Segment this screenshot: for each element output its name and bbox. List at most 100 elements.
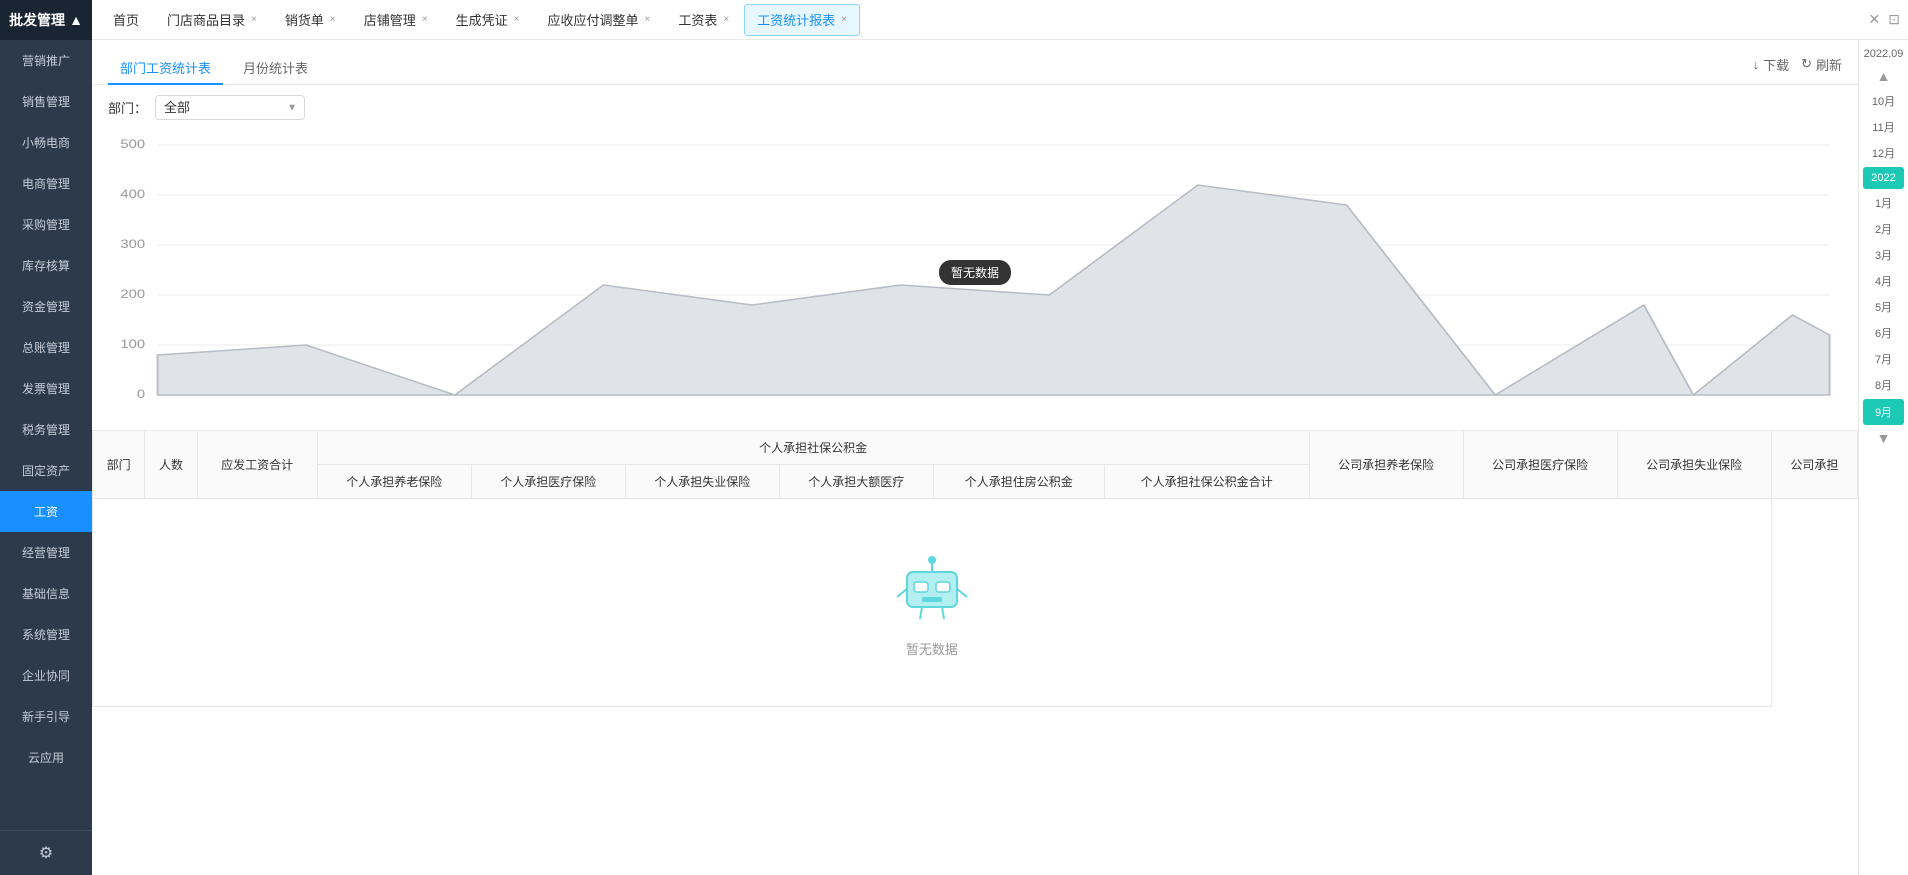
timeline-sep[interactable]: 9月 bbox=[1863, 399, 1904, 425]
sidebar-item-销售管理[interactable]: 销售管理 bbox=[0, 81, 92, 122]
sidebar-item-经营管理[interactable]: 经营管理 bbox=[0, 532, 92, 573]
sidebar-footer[interactable]: ⚙ bbox=[0, 830, 92, 875]
th-p-large-medical: 个人承担大额医疗 bbox=[779, 465, 933, 499]
timeline-oct[interactable]: 10月 bbox=[1859, 88, 1908, 114]
tab-close-icon[interactable]: × bbox=[644, 14, 650, 25]
tab-close-icon[interactable]: × bbox=[841, 14, 847, 25]
timeline-mar[interactable]: 3月 bbox=[1859, 242, 1908, 268]
timeline-up-nav[interactable]: ▲ bbox=[1873, 64, 1895, 88]
sidebar-item-企业协同[interactable]: 企业协同 bbox=[0, 655, 92, 696]
sidebar-header[interactable]: 批发管理 ▲ bbox=[0, 0, 92, 40]
tab-首页[interactable]: 首页 bbox=[100, 4, 152, 36]
th-count: 人数 bbox=[145, 431, 197, 499]
chart-area: 500 400 300 200 100 0 bbox=[92, 130, 1858, 430]
tab-label: 应收应付调整单 bbox=[547, 10, 638, 29]
sidebar-item-系统管理[interactable]: 系统管理 bbox=[0, 614, 92, 655]
tab-工资统计报表[interactable]: 工资统计报表 × bbox=[744, 4, 860, 36]
sidebar-arrow: ▲ bbox=[69, 12, 83, 28]
sidebar-item-云应用[interactable]: 云应用 bbox=[0, 737, 92, 778]
empty-icon bbox=[892, 547, 972, 627]
sidebar-item-采购管理[interactable]: 采购管理 bbox=[0, 204, 92, 245]
sidebar-item-小畅电商[interactable]: 小畅电商 bbox=[0, 122, 92, 163]
tab-close-icon[interactable]: × bbox=[330, 14, 336, 25]
tab-close-icon[interactable]: × bbox=[422, 14, 428, 25]
svg-text:0: 0 bbox=[137, 387, 145, 400]
th-total-wage: 应发工资合计 bbox=[197, 431, 317, 499]
timeline-aug[interactable]: 8月 bbox=[1859, 372, 1908, 398]
sub-tabs: 部门工资统计表 月份统计表 ↓ 下载 ↻ 刷新 bbox=[92, 40, 1858, 85]
timeline-jul[interactable]: 7月 bbox=[1859, 346, 1908, 372]
th-company-other: 公司承担 bbox=[1771, 431, 1857, 499]
tabs-container: 首页门店商品目录×销货单×店铺管理×生成凭证×应收应付调整单×工资表×工资统计报… bbox=[100, 4, 860, 36]
tab-close-icon[interactable]: × bbox=[723, 14, 729, 25]
tab-生成凭证[interactable]: 生成凭证× bbox=[443, 4, 533, 36]
sidebar-item-电商管理[interactable]: 电商管理 bbox=[0, 163, 92, 204]
sidebar-title: 批发管理 bbox=[9, 10, 65, 30]
timeline-jun[interactable]: 6月 bbox=[1859, 320, 1908, 346]
dept-select-wrapper: 全部 bbox=[155, 95, 305, 120]
download-button[interactable]: ↓ 下载 bbox=[1753, 55, 1790, 74]
sidebar-item-税务管理[interactable]: 税务管理 bbox=[0, 409, 92, 450]
timeline-year[interactable]: 2022 bbox=[1863, 167, 1904, 189]
th-p-pension: 个人承担养老保险 bbox=[317, 465, 471, 499]
sub-tab-month[interactable]: 月份统计表 bbox=[231, 52, 320, 85]
sub-tab-dept[interactable]: 部门工资统计表 bbox=[108, 52, 223, 85]
tab-销货单[interactable]: 销货单× bbox=[272, 4, 349, 36]
settings-icon[interactable]: ⚙ bbox=[39, 845, 53, 862]
dept-select[interactable]: 全部 bbox=[155, 95, 305, 120]
sidebar-items: 营销推广销售管理小畅电商电商管理采购管理库存核算资金管理总账管理发票管理税务管理… bbox=[0, 40, 92, 778]
tab-label: 店铺管理 bbox=[364, 10, 416, 29]
timeline-down-nav[interactable]: ▼ bbox=[1873, 426, 1895, 450]
sidebar-item-基础信息[interactable]: 基础信息 bbox=[0, 573, 92, 614]
sidebar-item-新手引导[interactable]: 新手引导 bbox=[0, 696, 92, 737]
tab-bar: 首页门店商品目录×销货单×店铺管理×生成凭证×应收应付调整单×工资表×工资统计报… bbox=[92, 0, 1908, 40]
tab-工资表[interactable]: 工资表× bbox=[665, 4, 742, 36]
svg-text:400: 400 bbox=[120, 187, 145, 200]
svg-text:500: 500 bbox=[120, 137, 145, 150]
timeline-nov[interactable]: 11月 bbox=[1859, 114, 1908, 140]
timeline-apr[interactable]: 4月 bbox=[1859, 268, 1908, 294]
timeline-jan[interactable]: 1月 bbox=[1859, 190, 1908, 216]
tab-label: 工资统计报表 bbox=[757, 10, 835, 29]
tab-label: 首页 bbox=[113, 10, 139, 29]
tab-close-icon[interactable]: × bbox=[251, 14, 257, 25]
restore-icon[interactable]: ⊡ bbox=[1888, 11, 1900, 28]
dept-label: 部门： bbox=[108, 98, 147, 117]
tab-店铺管理[interactable]: 店铺管理 × bbox=[351, 4, 441, 36]
empty-text: 暂无数据 bbox=[906, 639, 958, 658]
sidebar-item-总账管理[interactable]: 总账管理 bbox=[0, 327, 92, 368]
timeline-dec[interactable]: 12月 bbox=[1859, 140, 1908, 166]
svg-text:200: 200 bbox=[120, 287, 145, 300]
th-p-unemp: 个人承担失业保险 bbox=[625, 465, 779, 499]
timeline-panel: 2022.09 ▲ 10月 11月 12月 2022 1月 2月 3月 4月 5… bbox=[1858, 40, 1908, 875]
close-all-icon[interactable]: ✕ bbox=[1869, 11, 1881, 28]
tab-label: 门店商品目录 bbox=[167, 10, 245, 29]
th-dept: 部门 bbox=[93, 431, 145, 499]
tab-应收应付调整单[interactable]: 应收应付调整单 × bbox=[534, 4, 663, 36]
table-area[interactable]: 部门 人数 应发工资合计 个人承担社保公积金 公司承担养老保险 公司承担医疗保险… bbox=[92, 430, 1858, 875]
tab-close-icon[interactable]: × bbox=[514, 14, 520, 25]
sidebar-item-工资[interactable]: 工资 bbox=[0, 491, 92, 532]
sidebar: 批发管理 ▲ 营销推广销售管理小畅电商电商管理采购管理库存核算资金管理总账管理发… bbox=[0, 0, 92, 875]
work-area: 部门工资统计表 月份统计表 ↓ 下载 ↻ 刷新 部门： bbox=[92, 40, 1858, 875]
svg-text:100: 100 bbox=[120, 337, 145, 350]
sidebar-item-库存核算[interactable]: 库存核算 bbox=[0, 245, 92, 286]
refresh-button[interactable]: ↻ 刷新 bbox=[1801, 55, 1842, 74]
toolbar: 部门： 全部 bbox=[92, 85, 1858, 130]
th-p-medical: 个人承担医疗保险 bbox=[471, 465, 625, 499]
timeline-feb[interactable]: 2月 bbox=[1859, 216, 1908, 242]
data-table: 部门 人数 应发工资合计 个人承担社保公积金 公司承担养老保险 公司承担医疗保险… bbox=[92, 430, 1858, 707]
th-company-medical: 公司承担医疗保险 bbox=[1463, 431, 1617, 499]
timeline-may[interactable]: 5月 bbox=[1859, 294, 1908, 320]
sidebar-item-资金管理[interactable]: 资金管理 bbox=[0, 286, 92, 327]
refresh-label: 刷新 bbox=[1816, 55, 1842, 74]
table-row: 暂无数据 bbox=[93, 499, 1858, 707]
timeline-top-label: 2022.09 bbox=[1862, 44, 1906, 64]
sidebar-item-固定资产[interactable]: 固定资产 bbox=[0, 450, 92, 491]
chart-container: 500 400 300 200 100 0 bbox=[108, 130, 1842, 430]
sidebar-item-发票管理[interactable]: 发票管理 bbox=[0, 368, 92, 409]
tab-门店商品目录[interactable]: 门店商品目录 × bbox=[154, 4, 270, 36]
refresh-icon: ↻ bbox=[1801, 56, 1812, 72]
empty-cell: 暂无数据 bbox=[93, 499, 1772, 707]
sidebar-item-营销推广[interactable]: 营销推广 bbox=[0, 40, 92, 81]
